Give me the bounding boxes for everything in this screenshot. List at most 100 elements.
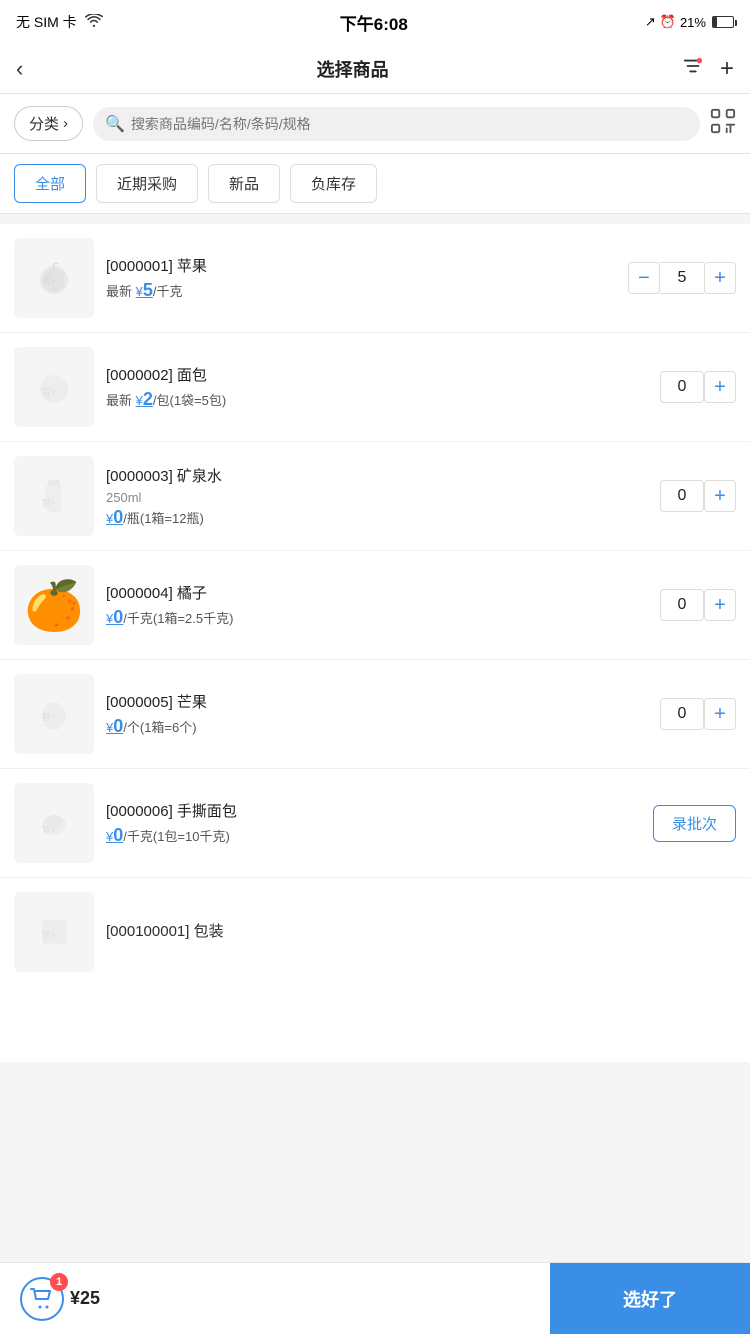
price-extra: (1袋=5包) (170, 393, 227, 408)
carrier-label: 无 SIM 卡 (16, 12, 77, 32)
svg-text:智+: 智+ (42, 929, 56, 940)
price-unit: /包 (153, 393, 170, 408)
product-info: [0000006] 手撕面包 ¥0/千克(1包=10千克) (106, 800, 641, 846)
product-list: 智+ [0000001] 苹果 最新 ¥5/千克 − + 智+ (0, 224, 750, 1062)
quantity-control: − + (628, 262, 736, 294)
product-price: 最新 ¥5/千克 (106, 280, 616, 301)
price-unit: /千克(1包=10千克) (123, 829, 230, 844)
tab-all[interactable]: 全部 (14, 164, 86, 203)
product-price: ¥0/千克(1箱=2.5千克) (106, 607, 648, 628)
status-bar: 无 SIM 卡 下午6:08 ↗ ⏰ 21% (0, 0, 750, 44)
table-row: 智+ [0000005] 芒果 ¥0/个(1箱=6个) + (0, 660, 750, 769)
price-amount: 0 (113, 607, 123, 627)
price-amount: 2 (143, 389, 153, 409)
quantity-control: 录批次 (653, 805, 736, 842)
category-chevron: › (63, 115, 68, 132)
wifi-icon (85, 14, 103, 31)
product-info: [000100001] 包装 (106, 920, 736, 945)
product-info: [0000005] 芒果 ¥0/个(1箱=6个) (106, 691, 648, 737)
page-title: 选择商品 (317, 56, 389, 82)
filter-bar: 分类 › 🔍 (0, 94, 750, 154)
table-row: 智+ [0000001] 苹果 最新 ¥5/千克 − + (0, 224, 750, 333)
product-image: 智+ (14, 892, 94, 972)
product-info: [0000001] 苹果 最新 ¥5/千克 (106, 255, 616, 301)
product-name: [0000004] 橘子 (106, 582, 648, 603)
table-row: 🍊 [0000004] 橘子 ¥0/千克(1箱=2.5千克) + (0, 551, 750, 660)
divider (0, 214, 750, 224)
svg-text:智+: 智+ (42, 497, 56, 508)
price-unit: /千克(1箱=2.5千克) (123, 611, 233, 626)
product-image: 智+ (14, 238, 94, 318)
quantity-control: + (660, 371, 736, 403)
quantity-input[interactable] (660, 698, 704, 730)
quantity-input[interactable] (660, 589, 704, 621)
confirm-button[interactable]: 选好了 (550, 1263, 750, 1334)
quantity-input[interactable] (660, 480, 704, 512)
product-name: [0000005] 芒果 (106, 691, 648, 712)
quantity-increase-button[interactable]: + (704, 262, 736, 294)
quantity-increase-button[interactable]: + (704, 698, 736, 730)
table-row: 智+ [000100001] 包装 (0, 878, 750, 1062)
price-unit: /个(1箱=6个) (123, 720, 196, 735)
product-name: [0000001] 苹果 (106, 255, 616, 276)
product-name: [0000002] 面包 (106, 364, 648, 385)
price-label: 最新 (106, 284, 136, 299)
product-image: 智+ (14, 347, 94, 427)
price-label: 最新 (106, 393, 136, 408)
bottom-bar: 1 ¥25 选好了 (0, 1262, 750, 1334)
quantity-control: + (660, 480, 736, 512)
category-button[interactable]: 分类 › (14, 106, 83, 141)
product-info: [0000002] 面包 最新 ¥2/包(1袋=5包) (106, 364, 648, 410)
product-spec: 250ml (106, 490, 648, 505)
product-info: [0000004] 橘子 ¥0/千克(1箱=2.5千克) (106, 582, 648, 628)
svg-text:智+: 智+ (42, 386, 56, 397)
price-unit: /瓶(1箱=12瓶) (123, 511, 204, 526)
product-info: [0000003] 矿泉水 250ml ¥0/瓶(1箱=12瓶) (106, 465, 648, 528)
add-button[interactable]: + (720, 55, 734, 83)
quantity-increase-button[interactable]: + (704, 589, 736, 621)
tabs-bar: 全部 近期采购 新品 负库存 (0, 154, 750, 214)
category-label: 分类 (29, 113, 59, 134)
tab-recent[interactable]: 近期采购 (96, 164, 198, 203)
quantity-increase-button[interactable]: + (704, 371, 736, 403)
quantity-control: + (660, 698, 736, 730)
filter-icon[interactable] (682, 56, 704, 82)
price-amount: 0 (113, 825, 123, 845)
quantity-input[interactable] (660, 262, 704, 294)
quantity-input[interactable] (660, 371, 704, 403)
tab-new[interactable]: 新品 (208, 164, 280, 203)
product-image: 智+ (14, 783, 94, 863)
table-row: 智+ [0000006] 手撕面包 ¥0/千克(1包=10千克) 录批次 (0, 769, 750, 878)
search-icon: 🔍 (105, 114, 125, 134)
svg-text:智+: 智+ (42, 824, 56, 835)
status-left: 无 SIM 卡 (16, 12, 103, 32)
quantity-control: + (660, 589, 736, 621)
svg-text:智+: 智+ (42, 275, 56, 286)
scan-icon[interactable] (710, 108, 736, 140)
product-image: 智+ (14, 674, 94, 754)
table-row: 智+ [0000002] 面包 最新 ¥2/包(1袋=5包) + (0, 333, 750, 442)
back-button[interactable]: ‹ (16, 56, 23, 82)
product-image: 智+ (14, 456, 94, 536)
quantity-decrease-button[interactable]: − (628, 262, 660, 294)
location-icon: ↗ (645, 14, 656, 30)
alarm-icon: ⏰ (660, 14, 676, 30)
price-amount: 0 (113, 507, 123, 527)
price-amount: 0 (113, 716, 123, 736)
status-time: 下午6:08 (340, 10, 408, 35)
product-price: ¥0/瓶(1箱=12瓶) (106, 507, 648, 528)
search-input[interactable] (131, 116, 688, 132)
product-price: ¥0/个(1箱=6个) (106, 716, 648, 737)
status-right: ↗ ⏰ 21% (645, 14, 734, 30)
price-currency: ¥ (136, 284, 143, 299)
product-image: 🍊 (14, 565, 94, 645)
price-unit: /千克 (153, 284, 183, 299)
cart-button[interactable]: 1 (20, 1277, 64, 1321)
cart-total: ¥25 (70, 1288, 100, 1309)
tab-negative[interactable]: 负库存 (290, 164, 377, 203)
product-name: [0000003] 矿泉水 (106, 465, 648, 486)
cart-section: 1 ¥25 (0, 1277, 550, 1321)
quantity-increase-button[interactable]: + (704, 480, 736, 512)
cart-badge: 1 (50, 1273, 68, 1291)
batch-button[interactable]: 录批次 (653, 805, 736, 842)
